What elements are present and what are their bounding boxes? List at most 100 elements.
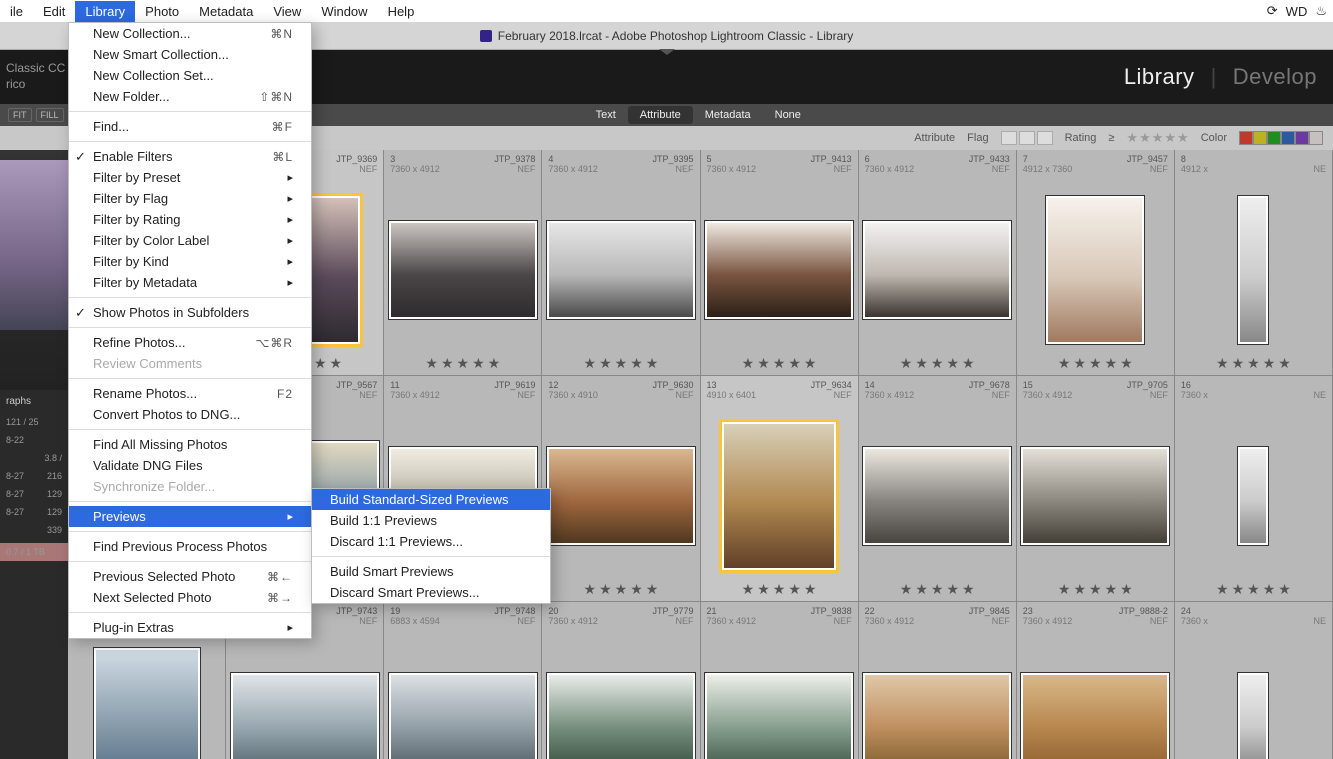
star-icon[interactable]: ★ bbox=[1126, 130, 1138, 146]
thumbnail-cell[interactable]: 12JTP_96307360 x 4910NEF★★★★★ bbox=[542, 376, 700, 602]
wdc-icon[interactable]: WD bbox=[1286, 4, 1308, 19]
filter-tab-attribute[interactable]: Attribute bbox=[628, 106, 693, 124]
module-develop[interactable]: Develop bbox=[1233, 64, 1317, 90]
cell-rating[interactable]: ★★★★★ bbox=[701, 577, 858, 601]
thumbnail-cell[interactable]: 4JTP_93957360 x 4912NEF★★★★★ bbox=[542, 150, 700, 376]
star-icon[interactable]: ★ bbox=[1139, 130, 1151, 146]
submenu-item[interactable]: Discard 1:1 Previews... bbox=[312, 531, 550, 552]
menu-item[interactable]: Rename Photos...F2 bbox=[69, 383, 311, 404]
menubar-item-edit[interactable]: Edit bbox=[33, 1, 75, 22]
thumbnail-image[interactable] bbox=[863, 221, 1011, 319]
star-icon[interactable]: ★ bbox=[615, 581, 628, 598]
menu-item[interactable]: Filter by Flag▸ bbox=[69, 188, 311, 209]
menu-item[interactable]: Refine Photos...⌥⌘R bbox=[69, 332, 311, 353]
star-icon[interactable]: ★ bbox=[1089, 355, 1102, 372]
folder-row[interactable]: 8-27129 bbox=[0, 485, 68, 503]
thumbnail-image[interactable] bbox=[1046, 196, 1144, 344]
menu-item[interactable]: Filter by Color Label▸ bbox=[69, 230, 311, 251]
star-icon[interactable]: ★ bbox=[915, 355, 928, 372]
submenu-item[interactable]: Discard Smart Previews... bbox=[312, 582, 550, 603]
thumbnail-image[interactable] bbox=[547, 221, 695, 319]
thumbnail-cell[interactable]: 13JTP_96344910 x 6401NEF★★★★★ bbox=[701, 376, 859, 602]
menu-item[interactable]: Convert Photos to DNG... bbox=[69, 404, 311, 425]
star-icon[interactable]: ★ bbox=[1216, 355, 1229, 372]
star-icon[interactable]: ★ bbox=[457, 355, 470, 372]
library-menu-dropdown[interactable]: New Collection...⌘NNew Smart Collection.… bbox=[68, 22, 312, 639]
cell-rating[interactable]: ★★★★★ bbox=[701, 351, 858, 375]
star-icon[interactable]: ★ bbox=[742, 355, 755, 372]
star-icon[interactable]: ★ bbox=[788, 355, 801, 372]
thumbnail-image[interactable] bbox=[94, 648, 200, 759]
previews-submenu[interactable]: Build Standard-Sized PreviewsBuild 1:1 P… bbox=[311, 488, 551, 604]
menu-item[interactable]: ✓Enable Filters⌘L bbox=[69, 146, 311, 167]
menu-item[interactable]: Next Selected Photo⌘→ bbox=[69, 587, 311, 608]
menubar-item-library[interactable]: Library bbox=[75, 1, 135, 22]
menu-item[interactable]: New Folder...⇧⌘N bbox=[69, 86, 311, 107]
thumbnail-cell[interactable]: 5JTP_94137360 x 4912NEF★★★★★ bbox=[701, 150, 859, 376]
thumbnail-image[interactable] bbox=[863, 447, 1011, 545]
flag-unflagged-icon[interactable] bbox=[1019, 131, 1035, 145]
cell-rating[interactable]: ★★★★★ bbox=[1017, 351, 1174, 375]
thumbnail-cell[interactable]: 21JTP_98387360 x 4912NEF★★★★★ bbox=[701, 602, 859, 759]
menu-item[interactable]: Find...⌘F bbox=[69, 116, 311, 137]
star-icon[interactable]: ★ bbox=[1073, 581, 1086, 598]
thumbnail-cell[interactable]: 6JTP_94337360 x 4912NEF★★★★★ bbox=[859, 150, 1017, 376]
menu-item[interactable]: Validate DNG Files bbox=[69, 455, 311, 476]
menu-item[interactable]: New Collection Set... bbox=[69, 65, 311, 86]
cell-rating[interactable]: ★★★★★ bbox=[542, 577, 699, 601]
star-icon[interactable]: ★ bbox=[931, 581, 944, 598]
star-icon[interactable]: ★ bbox=[773, 355, 786, 372]
star-icon[interactable]: ★ bbox=[646, 355, 659, 372]
thumbnail-cell[interactable]: 167360 xNE★★★★★ bbox=[1175, 376, 1333, 602]
folder-row[interactable]: 8-27129 bbox=[0, 503, 68, 521]
submenu-item[interactable]: Build Smart Previews bbox=[312, 561, 550, 582]
thumbnail-cell[interactable]: 247360 xNE★★★★★ bbox=[1175, 602, 1333, 759]
thumbnail-image[interactable] bbox=[547, 673, 695, 759]
star-icon[interactable]: ★ bbox=[1089, 581, 1102, 598]
module-library[interactable]: Library bbox=[1124, 64, 1195, 90]
menubar-item-photo[interactable]: Photo bbox=[135, 1, 189, 22]
star-icon[interactable]: ★ bbox=[1105, 355, 1118, 372]
star-icon[interactable]: ★ bbox=[1278, 581, 1291, 598]
thumbnail-image[interactable] bbox=[389, 221, 537, 319]
filter-tab-text[interactable]: Text bbox=[584, 106, 628, 124]
star-icon[interactable]: ★ bbox=[1058, 355, 1071, 372]
menubar-item-view[interactable]: View bbox=[263, 1, 311, 22]
menu-item[interactable]: Filter by Metadata▸ bbox=[69, 272, 311, 293]
cell-rating[interactable]: ★★★★★ bbox=[1175, 577, 1332, 601]
submenu-item[interactable]: Build Standard-Sized Previews bbox=[312, 489, 550, 510]
star-icon[interactable]: ★ bbox=[962, 355, 975, 372]
menu-item[interactable]: Filter by Rating▸ bbox=[69, 209, 311, 230]
thumbnail-cell[interactable]: 3JTP_93787360 x 4912NEF★★★★★ bbox=[384, 150, 542, 376]
color-swatch[interactable] bbox=[1267, 131, 1281, 145]
star-icon[interactable]: ★ bbox=[1247, 581, 1260, 598]
menu-item[interactable]: Find Previous Process Photos bbox=[69, 536, 311, 557]
star-icon[interactable]: ★ bbox=[472, 355, 485, 372]
thumbnail-image[interactable] bbox=[1238, 196, 1268, 344]
thumbnail-cell[interactable]: 20JTP_97797360 x 4912NEF★★★★★ bbox=[542, 602, 700, 759]
star-icon[interactable]: ★ bbox=[1120, 355, 1133, 372]
folder-row[interactable]: 339 bbox=[0, 521, 68, 539]
star-icon[interactable]: ★ bbox=[1263, 355, 1276, 372]
filter-tab-metadata[interactable]: Metadata bbox=[693, 106, 763, 124]
thumbnail-image[interactable] bbox=[722, 422, 836, 570]
cell-rating[interactable]: ★★★★★ bbox=[1017, 577, 1174, 601]
star-icon[interactable]: ★ bbox=[330, 355, 343, 372]
thumbnail-image[interactable] bbox=[1238, 447, 1268, 545]
star-icon[interactable]: ★ bbox=[584, 355, 597, 372]
star-icon[interactable]: ★ bbox=[962, 581, 975, 598]
cell-rating[interactable]: ★★★★★ bbox=[542, 351, 699, 375]
star-icon[interactable]: ★ bbox=[742, 581, 755, 598]
color-swatch[interactable] bbox=[1295, 131, 1309, 145]
menu-item[interactable]: Filter by Preset▸ bbox=[69, 167, 311, 188]
star-icon[interactable]: ★ bbox=[584, 581, 597, 598]
thumbnail-image[interactable] bbox=[389, 673, 537, 759]
cloud-sync-icon[interactable]: ⟳ bbox=[1267, 3, 1278, 19]
thumbnail-image[interactable] bbox=[1021, 447, 1169, 545]
star-icon[interactable]: ★ bbox=[615, 355, 628, 372]
star-icon[interactable]: ★ bbox=[757, 355, 770, 372]
color-swatch[interactable] bbox=[1281, 131, 1295, 145]
thumbnail-image[interactable] bbox=[1021, 673, 1169, 759]
nav-fill-button[interactable]: FILL bbox=[36, 108, 64, 122]
star-icon[interactable]: ★ bbox=[788, 581, 801, 598]
